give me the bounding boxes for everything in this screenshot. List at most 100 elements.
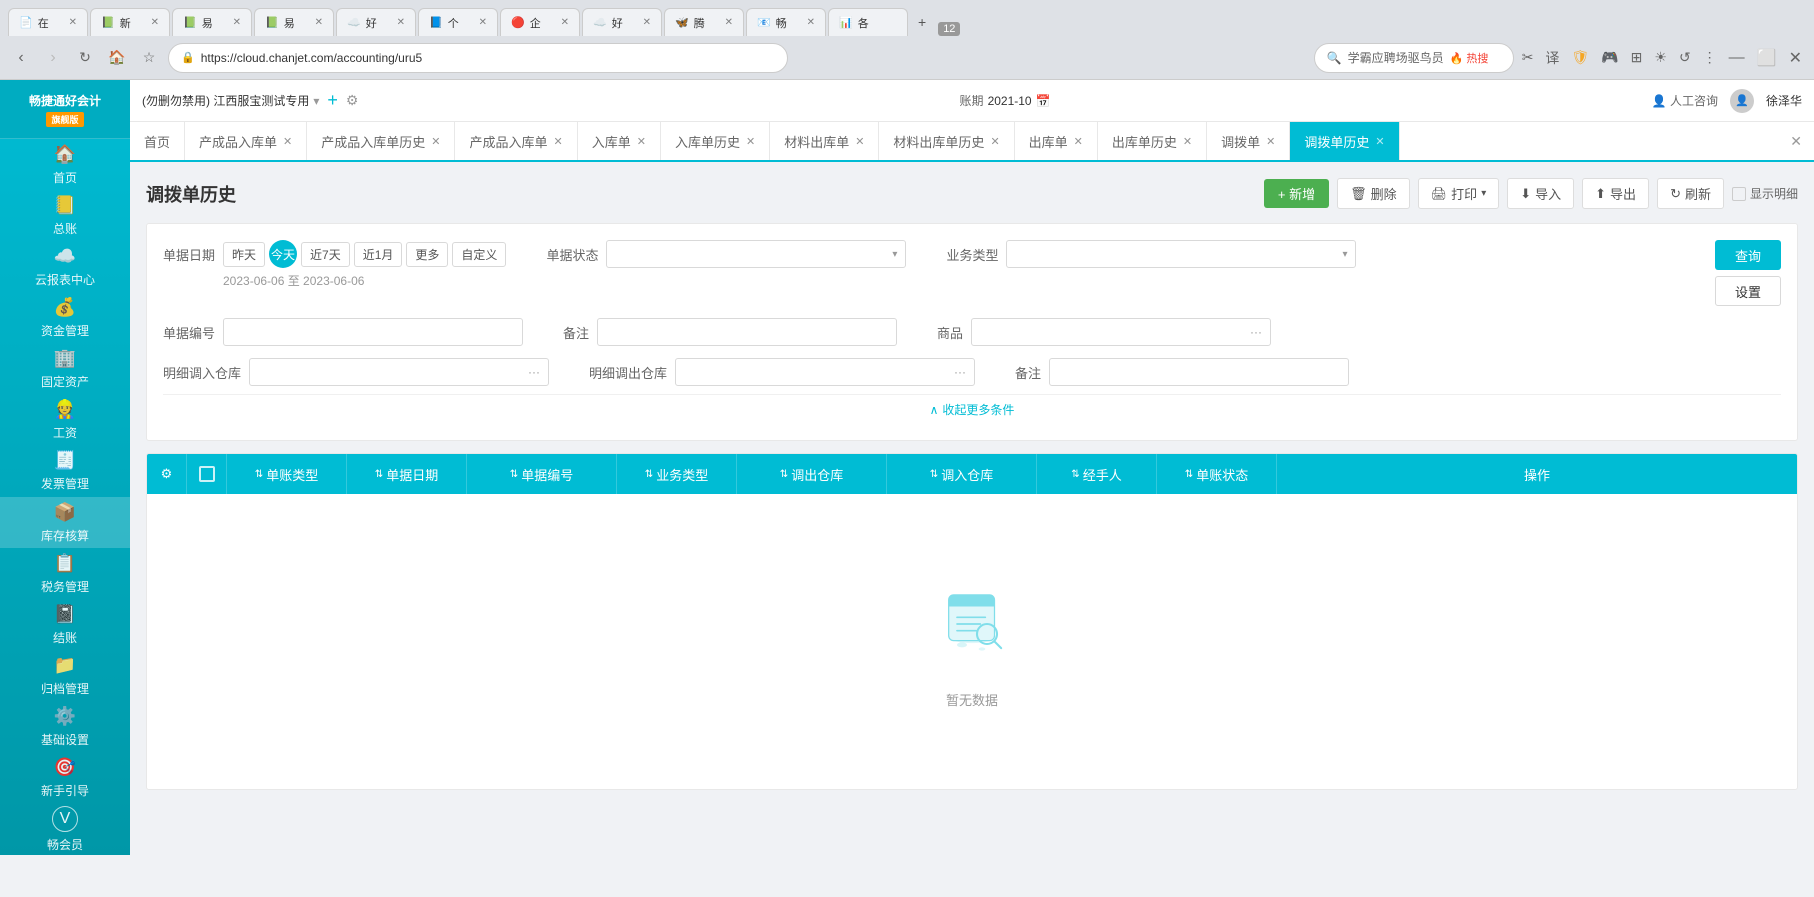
extension-icon1[interactable]: 🛡 — [1567, 45, 1593, 70]
browser-tab[interactable]: 📊各 — [828, 8, 908, 36]
scissors-icon[interactable]: ✂ — [1518, 45, 1538, 70]
detail-in-select[interactable]: ··· — [249, 358, 549, 386]
browser-tab[interactable]: ☁️好✕ — [582, 8, 662, 36]
user-avatar[interactable]: 👤 — [1730, 89, 1754, 113]
browser-tab[interactable]: 📗易✕ — [172, 8, 252, 36]
page-tab-in[interactable]: 入库单 ✕ — [578, 122, 661, 161]
minimize-icon[interactable]: — — [1725, 45, 1749, 71]
sidebar-item-salary[interactable]: 👷 工资 — [0, 395, 130, 446]
search-button[interactable]: 查询 — [1715, 240, 1781, 270]
sidebar-item-member[interactable]: V 畅会员 — [0, 804, 130, 855]
menu-icon[interactable]: ⋮ — [1699, 45, 1721, 70]
sidebar-item-ledger[interactable]: 📒 总账 — [0, 190, 130, 241]
page-tab-finished-in-history[interactable]: 产成品入库单历史 ✕ — [307, 122, 455, 161]
tab-close-icon[interactable]: ✕ — [1183, 135, 1192, 148]
tab-close-icon[interactable]: ✕ — [431, 135, 440, 148]
export-button[interactable]: ⬆ 导出 — [1582, 178, 1649, 209]
sidebar-item-closing[interactable]: 📓 结账 — [0, 599, 130, 650]
company-selector[interactable]: (勿删勿禁用) 江西服宝测试专用 ▾ — [142, 92, 319, 109]
tab-close-icon[interactable]: ✕ — [397, 17, 405, 28]
page-tab-finished-in2[interactable]: 产成品入库单 ✕ — [455, 122, 577, 161]
browser-tab[interactable]: 📧畅✕ — [746, 8, 826, 36]
brightness-icon[interactable]: ☀ — [1650, 45, 1671, 70]
extension-icon2[interactable]: 🎮 — [1597, 45, 1622, 70]
select-all-checkbox[interactable] — [199, 466, 215, 482]
browser-tab[interactable]: 📗新✕ — [90, 8, 170, 36]
tab-close-icon[interactable]: ✕ — [69, 17, 77, 28]
tab-close-icon[interactable]: ✕ — [637, 135, 646, 148]
goods-select[interactable]: ··· — [971, 318, 1271, 346]
detail-out-select[interactable]: ··· — [675, 358, 975, 386]
period-info[interactable]: 账期 2021-10 📅 — [960, 92, 1051, 109]
import-button[interactable]: ⬇ 导入 — [1507, 178, 1574, 209]
browser-tab[interactable]: 📄在✕ — [8, 8, 88, 36]
doc-number-input[interactable] — [223, 318, 523, 346]
status-select[interactable]: ▾ — [606, 240, 906, 268]
sidebar-item-cloud-reports[interactable]: ☁️ 云报表中心 — [0, 241, 130, 292]
add-company-button[interactable]: + — [327, 90, 338, 111]
th-checkbox[interactable] — [187, 454, 227, 494]
page-tab-material-out-history[interactable]: 材料出库单历史 ✕ — [879, 122, 1014, 161]
tab-close-icon[interactable]: ✕ — [746, 135, 755, 148]
th-doc-status[interactable]: ⇅ 单账状态 — [1157, 454, 1277, 494]
username[interactable]: 徐泽华 — [1766, 92, 1802, 109]
sidebar-item-finance[interactable]: 💰 资金管理 — [0, 292, 130, 343]
tab-close-icon[interactable]: ✕ — [1266, 135, 1275, 148]
browser-tab[interactable]: 📗易✕ — [254, 8, 334, 36]
tab-close-icon[interactable]: ✕ — [1074, 135, 1083, 148]
tab-close-icon[interactable]: ✕ — [807, 17, 815, 28]
yesterday-btn[interactable]: 昨天 — [223, 242, 265, 267]
page-tab-transfer[interactable]: 调拨单 ✕ — [1207, 122, 1290, 161]
page-tab-out-history[interactable]: 出库单历史 ✕ — [1098, 122, 1207, 161]
sidebar-item-inventory[interactable]: 📦 库存核算 — [0, 497, 130, 548]
sidebar-item-home[interactable]: 🏠 首页 — [0, 139, 130, 190]
page-tab-transfer-history[interactable]: 调拨单历史 ✕ — [1290, 122, 1399, 161]
week-btn[interactable]: 近7天 — [301, 242, 350, 267]
close-all-icon[interactable]: ✕ — [1778, 133, 1814, 150]
more-btn[interactable]: 更多 — [406, 242, 448, 267]
customer-service-link[interactable]: 👤 人工咨询 — [1652, 92, 1718, 109]
back-button[interactable]: ‹ — [8, 45, 34, 71]
refresh-data-button[interactable]: ↻ 刷新 — [1657, 178, 1724, 209]
notes-input[interactable] — [597, 318, 897, 346]
page-tab-in-history[interactable]: 入库单历史 ✕ — [661, 122, 770, 161]
browser-tab[interactable]: 📘个✕ — [418, 8, 498, 36]
th-doc-date[interactable]: ⇅ 单据日期 — [347, 454, 467, 494]
sidebar-item-settings[interactable]: ⚙️ 基础设置 — [0, 702, 130, 753]
undo-icon[interactable]: ↺ — [1675, 45, 1695, 70]
maximize-icon[interactable]: ⬜ — [1753, 44, 1781, 72]
th-doc-type[interactable]: ⇅ 单账类型 — [227, 454, 347, 494]
page-tab-material-out[interactable]: 材料出库单 ✕ — [770, 122, 879, 161]
checkbox-toggle[interactable] — [1732, 187, 1746, 201]
browser-tab[interactable]: ☁️好✕ — [336, 8, 416, 36]
th-out-warehouse[interactable]: ⇅ 调出仓库 — [737, 454, 887, 494]
address-input[interactable] — [201, 51, 775, 65]
th-in-warehouse[interactable]: ⇅ 调入仓库 — [887, 454, 1037, 494]
tab-close-icon[interactable]: ✕ — [643, 17, 651, 28]
sidebar-item-archive[interactable]: 📁 归档管理 — [0, 650, 130, 701]
delete-button[interactable]: 🗑 删除 — [1337, 178, 1410, 209]
tab-close-icon[interactable]: ✕ — [151, 17, 159, 28]
page-tab-home[interactable]: 首页 — [130, 122, 185, 161]
sidebar-item-invoice[interactable]: 🧾 发票管理 — [0, 446, 130, 497]
forward-button[interactable]: › — [40, 45, 66, 71]
th-gear[interactable]: ⚙ — [147, 454, 187, 494]
browser-tab[interactable]: 🦋腾✕ — [664, 8, 744, 36]
tab-close-icon[interactable]: ✕ — [479, 17, 487, 28]
translate-icon[interactable]: 译 — [1541, 44, 1563, 72]
biz-type-select[interactable]: ▾ — [1006, 240, 1356, 268]
close-browser-icon[interactable]: ✕ — [1785, 44, 1806, 72]
custom-btn[interactable]: 自定义 — [452, 242, 506, 267]
new-button[interactable]: + 新增 — [1264, 179, 1329, 208]
th-person[interactable]: ⇅ 经手人 — [1037, 454, 1157, 494]
home-button[interactable]: 🏠 — [104, 45, 130, 71]
sidebar-item-fixed-assets[interactable]: 🏢 固定资产 — [0, 344, 130, 395]
tab-close-icon[interactable]: ✕ — [990, 135, 999, 148]
tab-close-icon[interactable]: ✕ — [283, 135, 292, 148]
settings-gear-icon[interactable]: ⚙ — [346, 92, 359, 109]
browser-tab-new[interactable]: + — [910, 8, 934, 36]
sidebar-item-tax[interactable]: 📋 税务管理 — [0, 548, 130, 599]
browser-tab[interactable]: 🔴企✕ — [500, 8, 580, 36]
collapse-bar[interactable]: ∧ 收起更多条件 — [163, 394, 1781, 424]
tab-close-icon[interactable]: ✕ — [725, 17, 733, 28]
